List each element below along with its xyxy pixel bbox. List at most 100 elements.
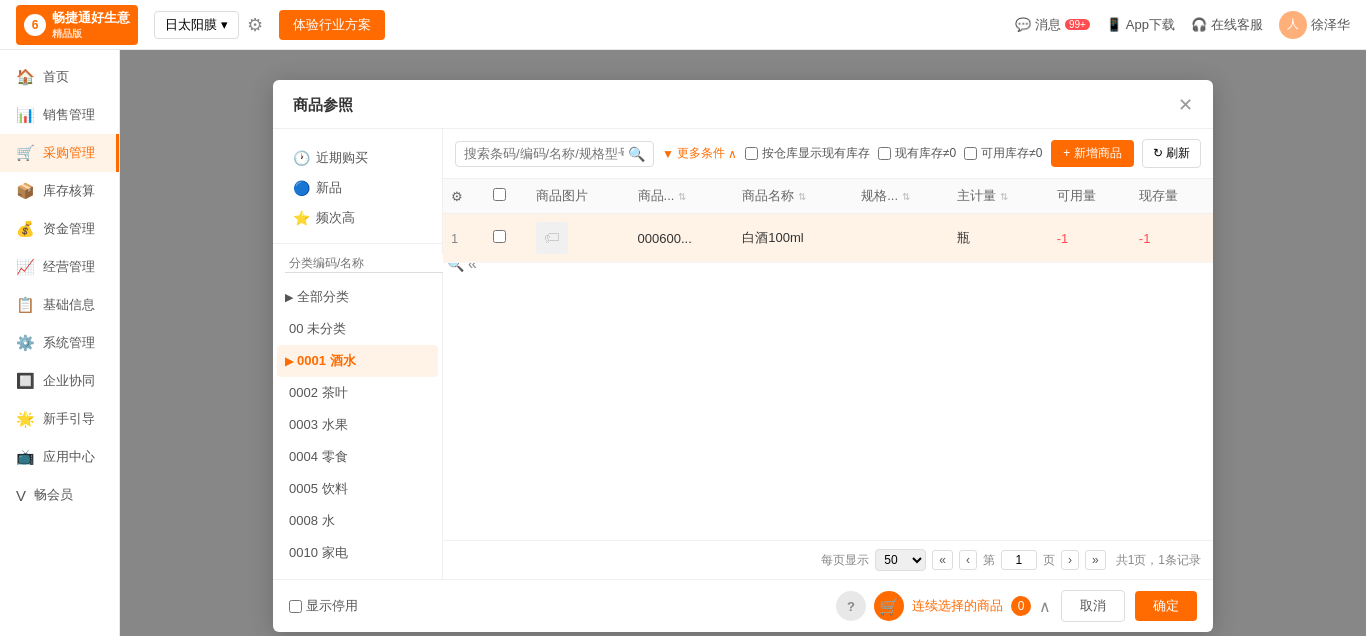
col-image: 商品图片 [528,179,629,214]
col-available: 可用量 [1049,179,1131,214]
brand-name: 畅捷通好生意 精品版 [52,9,130,41]
tab-frequent[interactable]: ⭐ 频次高 [285,203,430,233]
sidebar-item-label: 首页 [43,68,69,86]
checkbox-label-warehouse: 按仓库显示现有库存 [762,145,870,162]
tab-recent-purchase[interactable]: 🕐 近期购买 [285,143,430,173]
add-product-button[interactable]: + 新增商品 [1051,140,1133,167]
col-spec[interactable]: 规格... ⇅ [853,179,949,214]
row-available: -1 [1049,214,1131,263]
store-dropdown[interactable]: 日太阳膜 ▾ [154,11,239,39]
product-table: ⚙ 商品图片 商品... ⇅ 商品名称 ⇅ 规格... ⇅ 主计量 ⇅ 可用量 [443,179,1213,263]
sidebar-item-home[interactable]: 🏠 首页 [0,58,119,96]
nav-right: 💬 消息 99+ 📱 App下载 🎧 在线客服 人 徐泽华 [1015,11,1350,39]
collapse-arrow-icon[interactable]: ∧ [1039,597,1051,616]
product-search-input[interactable] [464,146,624,161]
refresh-button[interactable]: ↻ 刷新 [1142,139,1201,168]
row-select-checkbox[interactable] [493,230,506,243]
col-stock: 现存量 [1131,179,1213,214]
next-page-button[interactable]: › [1061,550,1079,570]
cat-item-0002[interactable]: 0002 茶叶 [277,377,438,409]
checkbox-input-warehouse[interactable] [745,147,758,160]
sidebar-item-label: 系统管理 [43,334,95,352]
select-all-checkbox[interactable] [493,188,506,201]
sidebar-item-sales[interactable]: 📊 销售管理 [0,96,119,134]
tab-label: 新品 [316,179,342,197]
sidebar-item-operations[interactable]: 📈 经营管理 [0,248,119,286]
col-code[interactable]: 商品... ⇅ [630,179,735,214]
page-number-input[interactable] [1001,550,1037,570]
last-page-button[interactable]: » [1085,550,1106,570]
row-num: 1 [443,214,485,263]
purchase-icon: 🛒 [16,144,35,162]
message-button[interactable]: 💬 消息 99+ [1015,16,1090,34]
confirm-button[interactable]: 确定 [1135,591,1197,621]
cat-item-00[interactable]: 00 未分类 [277,313,438,345]
sidebar-item-system[interactable]: ⚙️ 系统管理 [0,324,119,362]
sidebar: 🏠 首页 📊 销售管理 🛒 采购管理 📦 库存核算 💰 资金管理 📈 经营管理 … [0,50,120,636]
username-label: 徐泽华 [1311,16,1350,34]
cart-icon-button[interactable]: 🛒 [874,591,904,621]
checkbox-label-usable-stock: 可用库存≠0 [981,145,1042,162]
modal-body: 🕐 近期购买 🔵 新品 ⭐ 频次高 [273,129,1213,579]
sidebar-item-finance[interactable]: 💰 资金管理 [0,210,119,248]
cat-item-label: 00 未分类 [289,320,346,338]
recent-tabs: 🕐 近期购买 🔵 新品 ⭐ 频次高 [273,139,442,237]
app-download-button[interactable]: 📱 App下载 [1106,16,1175,34]
online-service-button[interactable]: 🎧 在线客服 [1191,16,1263,34]
category-search-input[interactable] [285,254,443,273]
tab-new-products[interactable]: 🔵 新品 [285,173,430,203]
settings-icon[interactable]: ⚙ [247,14,263,36]
search-icon: 🔍 [628,146,645,162]
more-conditions-button[interactable]: ▼ 更多条件 ∧ [662,145,737,162]
cancel-button[interactable]: 取消 [1061,590,1125,622]
sidebar-item-member[interactable]: V 畅会员 [0,476,119,514]
try-industry-button[interactable]: 体验行业方案 [279,10,385,40]
main-layout: 🏠 首页 📊 销售管理 🛒 采购管理 📦 库存核算 💰 资金管理 📈 经营管理 … [0,50,1366,636]
sidebar-item-app-center[interactable]: 📺 应用中心 [0,438,119,476]
cat-item-0010[interactable]: 0010 家电 [277,537,438,569]
cat-item-all[interactable]: ▶ 全部分类 [277,281,438,313]
per-page-select[interactable]: 50 10 20 100 [875,549,926,571]
app-center-icon: 📺 [16,448,35,466]
product-panel: 🔍 ▼ 更多条件 ∧ 按仓库显示现有库存 [443,129,1213,579]
brand-text: 畅捷通好生意 [52,9,130,27]
sidebar-item-inventory[interactable]: 📦 库存核算 [0,172,119,210]
checkbox-show-stock-by-warehouse[interactable]: 按仓库显示现有库存 [745,145,870,162]
cat-item-0005[interactable]: 0005 饮料 [277,473,438,505]
checkbox-input-current-stock[interactable] [878,147,891,160]
logo-area[interactable]: 6 畅捷通好生意 精品版 [16,5,138,45]
first-page-button[interactable]: « [932,550,953,570]
col-checkbox[interactable] [485,179,528,214]
checkbox-usable-stock[interactable]: 可用库存≠0 [964,145,1042,162]
prev-page-button[interactable]: ‹ [959,550,977,570]
help-icon-wrap[interactable]: ? [836,591,866,621]
col-name[interactable]: 商品名称 ⇅ [734,179,853,214]
col-unit[interactable]: 主计量 ⇅ [949,179,1048,214]
message-badge: 99+ [1065,19,1090,30]
content-area: 商品参照 ✕ 🕐 近期购买 🔵 [120,50,1366,636]
arrow-icon: ▶ [285,355,293,368]
checkbox-input-usable-stock[interactable] [964,147,977,160]
per-page-label: 每页显示 [821,552,869,569]
show-disabled-checkbox[interactable] [289,600,302,613]
chevron-down-icon: ▾ [221,17,228,32]
cat-item-0001[interactable]: ▶ 0001 酒水 [277,345,438,377]
cat-item-0008[interactable]: 0008 水 [277,505,438,537]
row-checkbox[interactable] [485,214,528,263]
cat-item-0004[interactable]: 0004 零食 [277,441,438,473]
product-search-wrap: 🔍 [455,141,654,167]
col-settings[interactable]: ⚙ [443,179,485,214]
sidebar-item-purchase[interactable]: 🛒 采购管理 [0,134,119,172]
sidebar-item-collab[interactable]: 🔲 企业协同 [0,362,119,400]
checkbox-available-stock[interactable]: 现有库存≠0 [878,145,956,162]
modal-close-button[interactable]: ✕ [1178,94,1193,116]
user-avatar[interactable]: 人 徐泽华 [1279,11,1350,39]
cat-item-label: 0004 零食 [289,448,348,466]
sidebar-item-basic-info[interactable]: 📋 基础信息 [0,286,119,324]
message-label: 消息 [1035,16,1061,34]
show-disabled-label[interactable]: 显示停用 [289,597,358,615]
system-icon: ⚙️ [16,334,35,352]
table-row[interactable]: 1 🏷 000600... 白酒100ml 瓶 [443,214,1213,263]
cat-item-0003[interactable]: 0003 水果 [277,409,438,441]
sidebar-item-guide[interactable]: 🌟 新手引导 [0,400,119,438]
